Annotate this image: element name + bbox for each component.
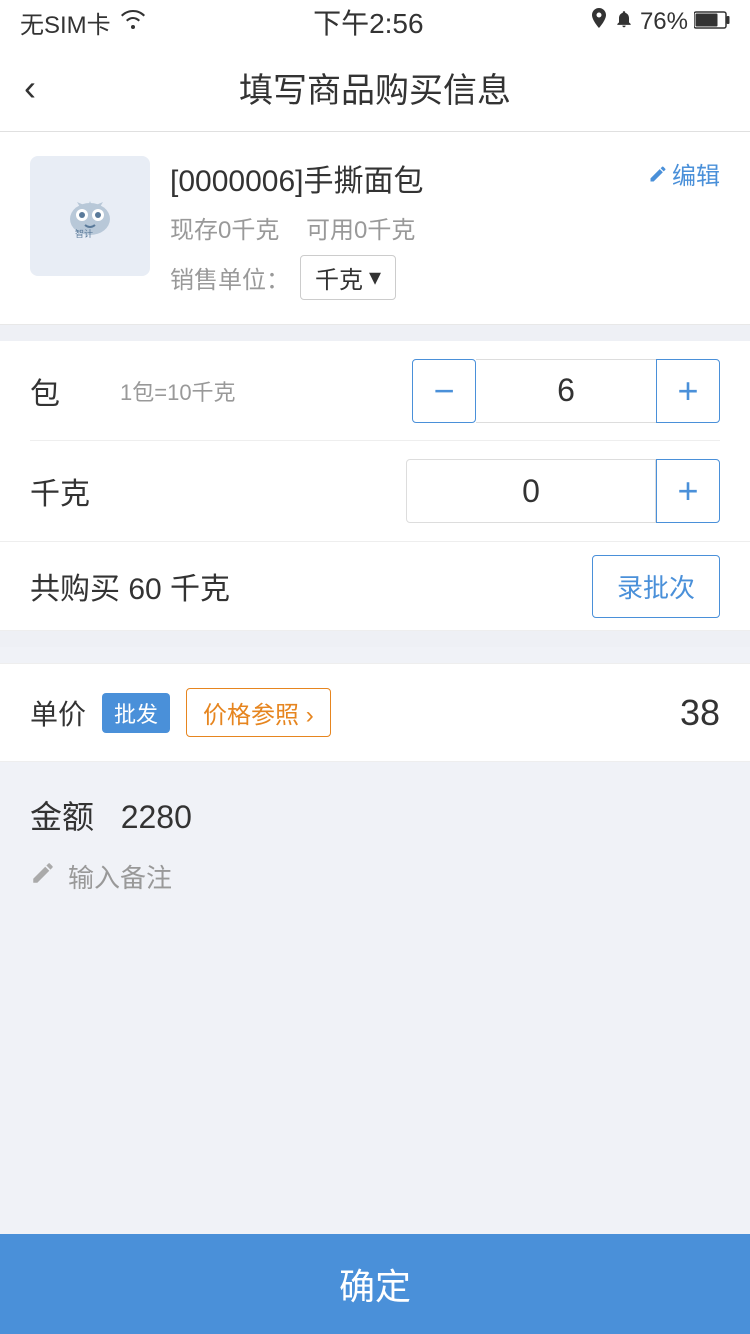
back-button[interactable]: ‹ [24,67,36,109]
kg-plus-button[interactable]: + [656,459,720,523]
product-thumbnail: 智计 [30,156,150,276]
price-row: 单价 批发 价格参照 › 38 [30,688,720,737]
status-time: 下午2:56 [313,2,424,42]
product-card: 智计 [0000006]手撕面包 现存0千克 可用0千克 销售单位： 千克 ▾ … [0,132,750,325]
location-icon [590,8,608,37]
batch-button[interactable]: 录批次 [592,555,720,618]
product-info: [0000006]手撕面包 现存0千克 可用0千克 销售单位： 千克 ▾ [170,156,628,300]
package-minus-button[interactable]: − [412,359,476,423]
product-unit: 销售单位： 千克 ▾ [170,255,628,300]
amount-row: 金额 2280 [30,792,720,838]
price-value: 38 [680,692,720,734]
kg-row: 千克 + [30,441,720,541]
status-right: 76% [590,8,730,37]
battery-icon [694,8,730,36]
price-label: 单价 [30,693,86,733]
page-title: 填写商品购买信息 [239,63,511,112]
edit-button[interactable]: 编辑 [648,156,720,191]
status-left: 无SIM卡 [20,5,147,40]
confirm-button[interactable]: 确定 [0,1234,750,1334]
note-placeholder: 输入备注 [68,858,172,895]
svg-text:智计: 智计 [75,228,93,239]
amount-value: 2280 [121,799,192,835]
kg-label: 千克 [30,469,110,513]
input-section: 包 1包=10千克 − + 千克 + [0,341,750,541]
edit-label: 编辑 [672,156,720,191]
price-tag: 批发 [102,693,170,733]
alarm-icon [614,8,634,37]
package-input[interactable] [476,359,656,423]
kg-stepper: + [406,459,720,523]
package-label: 包 [30,369,110,413]
summary-text: 共购买 60 千克 [30,564,592,608]
kg-input[interactable] [406,459,656,523]
carrier-label: 无SIM卡 [20,5,111,40]
package-stepper: − + [412,359,720,423]
summary-section: 共购买 60 千克 录批次 [0,541,750,631]
wifi-icon [119,8,147,36]
note-row[interactable]: 输入备注 [30,858,720,895]
empty-area [0,915,750,1215]
price-section: 单价 批发 价格参照 › 38 [0,663,750,762]
package-row: 包 1包=10千克 − + [30,341,720,441]
divider-2 [0,631,750,647]
note-icon [30,860,56,893]
product-name: [0000006]手撕面包 [170,156,628,200]
battery-label: 76% [640,8,688,36]
nav-bar: ‹ 填写商品购买信息 [0,44,750,132]
unit-selector[interactable]: 千克 ▾ [300,255,396,300]
status-bar: 无SIM卡 下午2:56 76% [0,0,750,44]
amount-section: 金额 2280 输入备注 [0,762,750,915]
dropdown-icon: ▾ [369,263,381,292]
package-plus-button[interactable]: + [656,359,720,423]
amount-label: 金额 [30,799,94,835]
product-stock: 现存0千克 可用0千克 [170,210,628,245]
divider-1 [0,325,750,341]
price-ref-button[interactable]: 价格参照 › [186,688,331,737]
package-sublabel: 1包=10千克 [120,375,412,407]
